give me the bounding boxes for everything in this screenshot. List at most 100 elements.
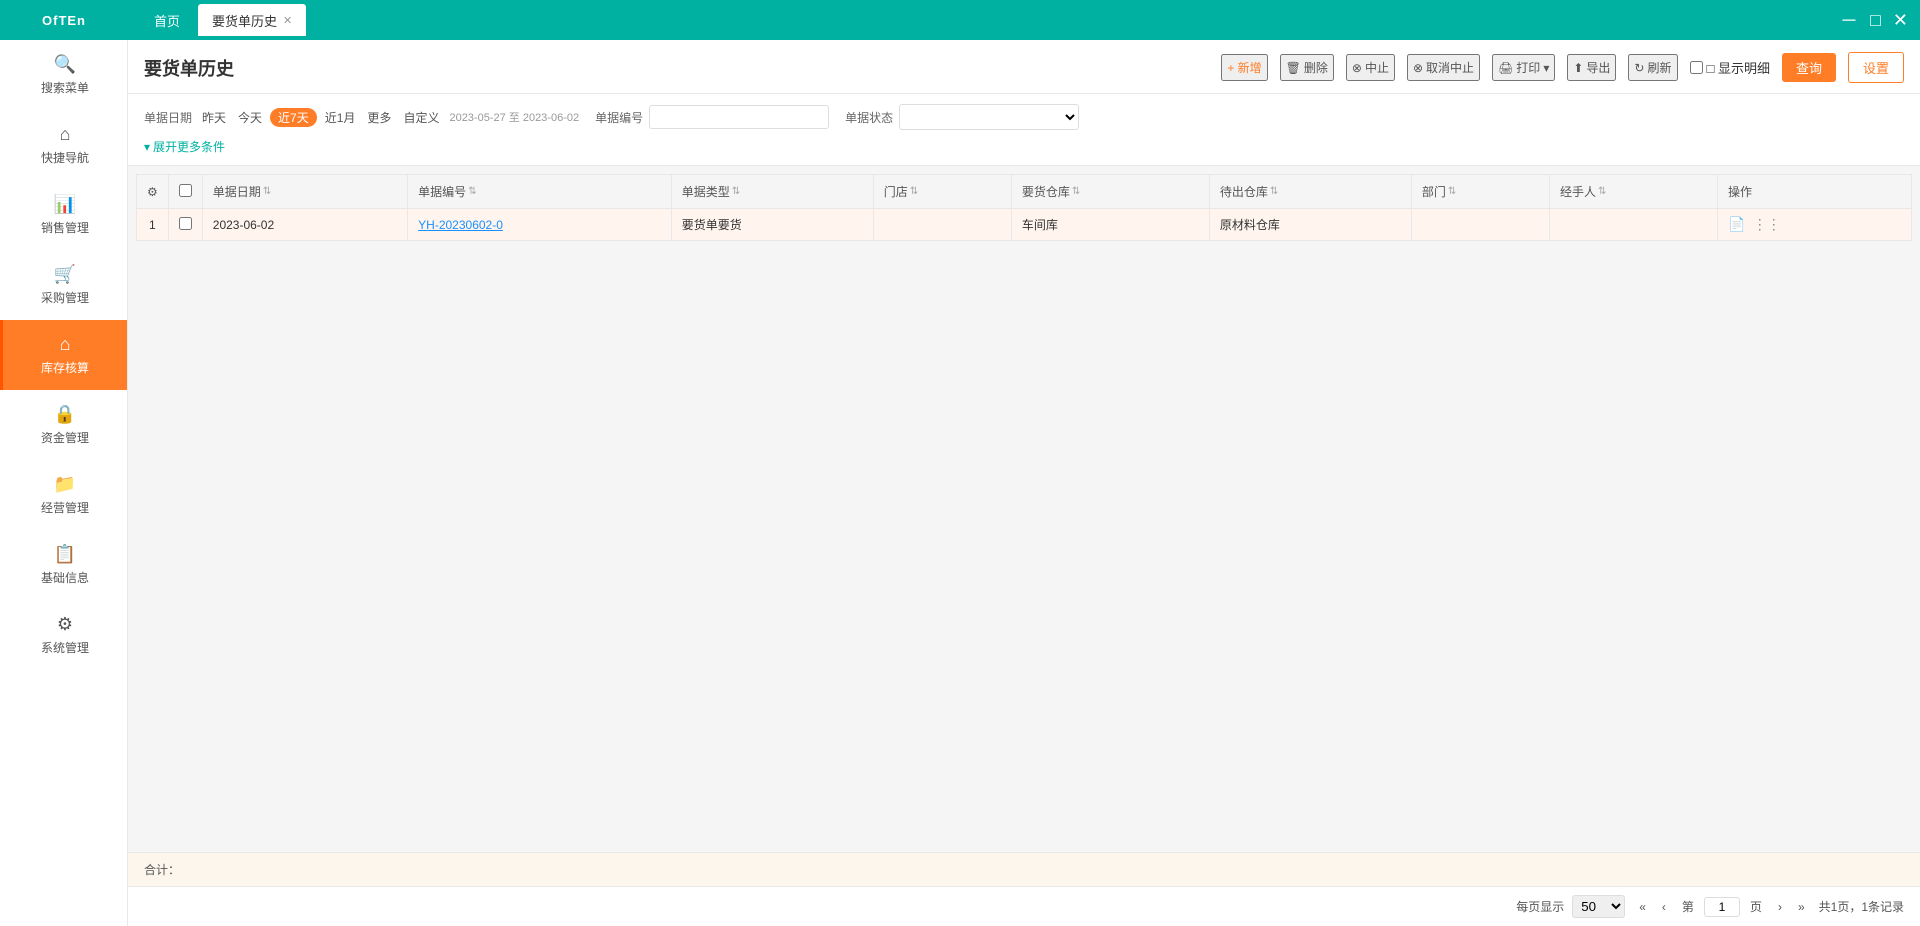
col-doc-no[interactable]: 单据编号 ⇅ [408,175,672,209]
doc-no-input[interactable] [649,105,829,129]
refresh-icon: ↻ [1634,61,1644,75]
date-filter-label: 单据日期 [144,109,192,126]
sidebar-item-label: 销售管理 [41,219,89,236]
tab-home[interactable]: 首页 [140,4,194,36]
row-req-warehouse: 车间库 [1011,209,1209,241]
next-page-btn[interactable]: › [1772,898,1788,916]
show-detail-label: □ 显示明细 [1707,58,1770,77]
row-doc-no: YH-20230602-0 [408,209,672,241]
refresh-button[interactable]: ↻ 刷新 [1628,54,1677,81]
setting-button[interactable]: 设置 [1848,52,1904,83]
sidebar: 🔍 搜索菜单 ⌂ 快捷导航 📊 销售管理 🛒 采购管理 ⌂ 库存核算 🔒 资金管… [0,40,128,926]
col-doc-date[interactable]: 单据日期 ⇅ [202,175,407,209]
prev-page-btn[interactable]: ‹ [1656,898,1672,916]
sort-doc-date[interactable]: 单据日期 ⇅ [213,183,271,200]
sidebar-item-label: 基础信息 [41,569,89,586]
per-page-select[interactable]: 50 20 100 200 [1572,895,1625,918]
delete-button[interactable]: 🗑 删除 [1280,54,1334,81]
expand-more-btn[interactable]: ▾ 展开更多条件 [144,138,1904,155]
table-row: 1 2023-06-02 YH-20230602-0 要货单要货 车间库 原材料… [137,209,1912,241]
print-label: 打印 [1516,59,1540,76]
sort-pending-warehouse[interactable]: 待出仓库 ⇅ [1220,183,1278,200]
brand-text: OfTEn [42,13,86,28]
date-btn-7days[interactable]: 近7天 [270,108,317,127]
row-department [1411,209,1549,241]
page-header: 要货单历史 + 新增 🗑 删除 ⊗ 中止 ⊗ 取消中止 [128,40,1920,94]
stop-button[interactable]: ⊗ 中止 [1346,54,1395,81]
export-button[interactable]: ⬆ 导出 [1567,54,1616,81]
col-doc-date-label: 单据日期 [213,183,261,200]
sort-handler[interactable]: 经手人 ⇅ [1560,183,1606,200]
col-req-warehouse[interactable]: 要货仓库 ⇅ [1011,175,1209,209]
col-req-warehouse-label: 要货仓库 [1022,183,1070,200]
sidebar-item-base-info[interactable]: 📋 基础信息 [0,530,127,600]
view-icon[interactable]: 📄 [1728,216,1745,232]
last-page-btn[interactable]: » [1792,898,1811,916]
doc-status-select[interactable] [899,104,1079,130]
sort-icon-doc-date: ⇅ [263,186,271,197]
row-store [873,209,1011,241]
sort-store[interactable]: 门店 ⇅ [884,183,918,200]
doc-no-filter-group: 单据编号 [595,105,829,129]
sidebar-item-quick-nav[interactable]: ⌂ 快捷导航 [0,110,127,180]
brand-logo: OfTEn [0,0,128,40]
stop-icon: ⊗ [1352,61,1362,75]
more-icon[interactable]: ⋮⋮ [1753,216,1781,232]
cancel-stop-button[interactable]: ⊗ 取消中止 [1407,54,1480,81]
sidebar-item-inventory-calc[interactable]: ⌂ 库存核算 [0,320,127,390]
delete-label: 删除 [1304,59,1328,76]
base-info-icon: 📋 [54,544,76,565]
sidebar-item-sys-mgmt[interactable]: ⚙ 系统管理 [0,600,127,670]
col-doc-type[interactable]: 单据类型 ⇅ [671,175,873,209]
col-pending-warehouse[interactable]: 待出仓库 ⇅ [1209,175,1411,209]
show-detail-checkbox[interactable] [1690,61,1703,74]
inventory-icon: ⌂ [60,334,71,355]
date-btn-yesterday[interactable]: 昨天 [198,108,230,127]
show-detail-toggle[interactable]: □ 显示明细 [1690,58,1770,77]
first-page-btn[interactable]: « [1633,898,1652,916]
sort-doc-no[interactable]: 单据编号 ⇅ [418,183,476,200]
sidebar-item-ops-mgmt[interactable]: 📁 经营管理 [0,460,127,530]
sort-doc-type[interactable]: 单据类型 ⇅ [682,183,740,200]
summary-label: 合计： [144,861,180,878]
doc-status-label: 单据状态 [845,109,893,126]
delete-icon: 🗑 [1286,61,1301,75]
date-btn-custom[interactable]: 自定义 [399,108,443,127]
purchase-icon: 🛒 [54,264,76,285]
page-suffix: 页 [1744,896,1768,917]
close-window-icon[interactable]: ✕ [1893,10,1908,31]
date-btn-more[interactable]: 更多 [363,108,395,127]
minimize-icon[interactable]: － [1840,7,1858,33]
sidebar-item-finance-mgmt[interactable]: 🔒 资金管理 [0,390,127,460]
tab-close-icon[interactable]: ✕ [283,14,292,27]
sidebar-item-purchase-mgmt[interactable]: 🛒 采购管理 [0,250,127,320]
expand-chevron-icon: ▾ [144,140,150,154]
total-info: 共1页，1条记录 [1819,898,1904,915]
sort-req-warehouse[interactable]: 要货仓库 ⇅ [1022,183,1080,200]
sidebar-item-sales-mgmt[interactable]: 📊 销售管理 [0,180,127,250]
col-settings[interactable]: ⚙ [137,175,169,209]
tab-requisition-history[interactable]: 要货单历史 ✕ [198,4,306,36]
col-actions: 操作 [1718,175,1912,209]
tab-requisition-label: 要货单历史 [212,11,277,30]
query-button[interactable]: 查询 [1782,53,1836,82]
print-icon: 🖨 [1498,61,1513,75]
sidebar-item-search-menu[interactable]: 🔍 搜索菜单 [0,40,127,110]
doc-no-link[interactable]: YH-20230602-0 [418,218,503,232]
footer-summary: 合计： [128,852,1920,886]
select-all-checkbox[interactable] [179,184,192,197]
col-store[interactable]: 门店 ⇅ [873,175,1011,209]
current-page-input[interactable] [1704,897,1740,917]
col-department[interactable]: 部门 ⇅ [1411,175,1549,209]
new-button[interactable]: + 新增 [1221,54,1267,81]
print-button[interactable]: 🖨 打印 ▾ [1492,54,1555,81]
sort-department[interactable]: 部门 ⇅ [1422,183,1456,200]
date-btn-today[interactable]: 今天 [234,108,266,127]
maximize-icon[interactable]: □ [1870,10,1881,31]
row-checkbox[interactable] [179,217,192,230]
date-btn-1month[interactable]: 近1月 [321,108,360,127]
col-actions-label: 操作 [1728,185,1752,199]
row-checkbox-cell [168,209,202,241]
finance-icon: 🔒 [54,404,76,425]
col-handler[interactable]: 经手人 ⇅ [1549,175,1717,209]
